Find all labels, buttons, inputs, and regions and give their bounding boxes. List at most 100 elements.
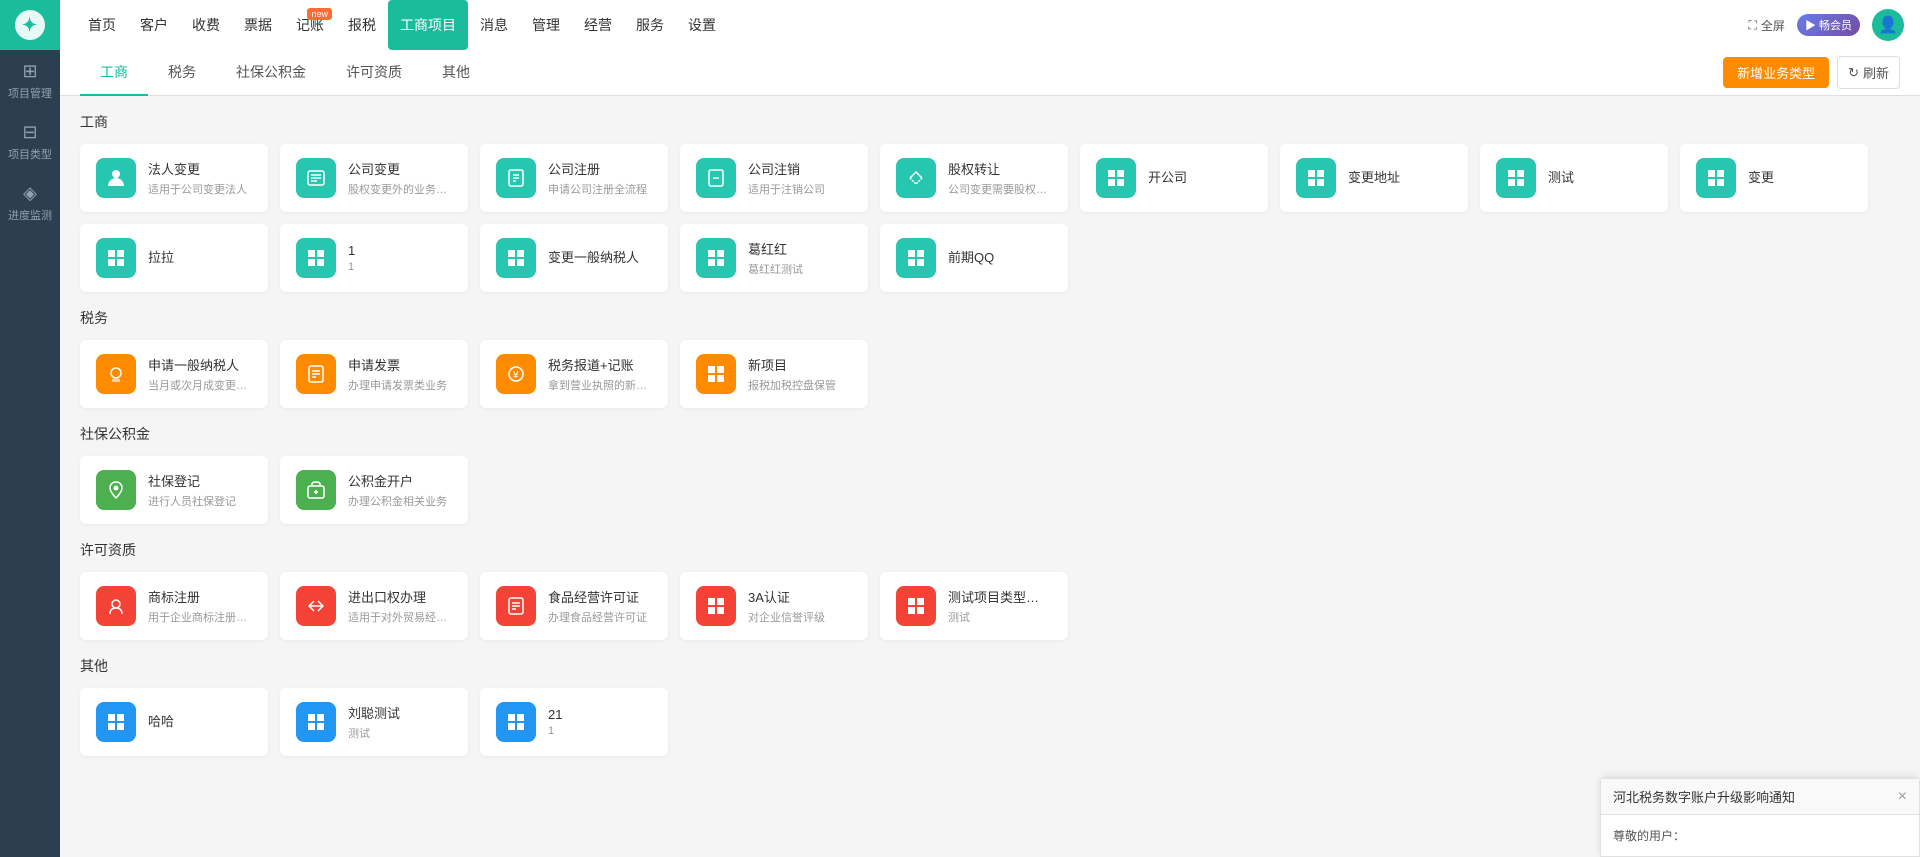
card-icon-early-qq: [896, 238, 936, 278]
sidebar-item-project-manage[interactable]: ⊞ 项目管理: [0, 50, 60, 111]
card-icon-item1: [296, 238, 336, 278]
tab-industry[interactable]: 工商: [80, 50, 148, 96]
card-icon-social-register: [96, 470, 136, 510]
notif-close-button[interactable]: ×: [1898, 788, 1907, 806]
card-title: 公司变更: [348, 159, 452, 178]
card-item1[interactable]: 1 1: [280, 224, 468, 292]
card-title: 开公司: [1148, 167, 1252, 186]
card-lala[interactable]: 拉拉: [80, 224, 268, 292]
card-apply-tax[interactable]: 申请一般纳税人 当月或次月成变更完成: [80, 340, 268, 408]
card-text-equity-transfer: 股权转让 公司变更需要股权转让: [948, 159, 1052, 197]
card-text-item1: 1 1: [348, 243, 452, 273]
card-legal-change[interactable]: 法人变更 适用于公司变更法人: [80, 144, 268, 212]
card-ge-hong-hong[interactable]: 葛红红 葛红红测试: [680, 224, 868, 292]
sidebar-item-progress-monitor[interactable]: ◈ 进度监测: [0, 172, 60, 233]
section-title-license: 许可资质: [80, 540, 1900, 560]
card-icon-food-license: [496, 586, 536, 626]
card-open-company[interactable]: 开公司: [1080, 144, 1268, 212]
card-tax-report[interactable]: ¥ 税务报道+记账 拿到营业执照的新公司: [480, 340, 668, 408]
card-company-register[interactable]: 公司注册 申请公司注册全流程: [480, 144, 668, 212]
card-title: 食品经营许可证: [548, 587, 652, 606]
nav-bookkeeping[interactable]: 记账 new: [284, 0, 336, 50]
card-icon-fund-open: [296, 470, 336, 510]
nav-message[interactable]: 消息: [468, 0, 520, 50]
card-social-register[interactable]: 社保登记 进行人员社保登记: [80, 456, 268, 524]
card-title: 社保登记: [148, 471, 252, 490]
card-liu-cong-test[interactable]: 刘聪测试 测试: [280, 688, 468, 756]
card-icon-test1: [1496, 158, 1536, 198]
card-change-address[interactable]: 变更地址: [1280, 144, 1468, 212]
card-food-license[interactable]: 食品经营许可证 办理食品经营许可证: [480, 572, 668, 640]
card-icon-change-tax: [496, 238, 536, 278]
card-text-company-register: 公司注册 申请公司注册全流程: [548, 159, 652, 197]
card-icon-change-address: [1296, 158, 1336, 198]
nav-billing[interactable]: 收费: [180, 0, 232, 50]
card-icon-trademark: [96, 586, 136, 626]
card-desc: 办理公积金相关业务: [348, 493, 452, 509]
card-fund-open[interactable]: 公积金开户 办理公积金相关业务: [280, 456, 468, 524]
card-title: 公积金开户: [348, 471, 452, 490]
card-import-export[interactable]: 进出口权办理 适用于对外贸易经营者: [280, 572, 468, 640]
card-early-qq[interactable]: 前期QQ: [880, 224, 1068, 292]
card-icon-import-export: [296, 586, 336, 626]
nav-settings[interactable]: 设置: [676, 0, 728, 50]
vip-button[interactable]: ▶ 畅会员: [1797, 14, 1860, 36]
card-test1[interactable]: 测试: [1480, 144, 1668, 212]
tab-tax[interactable]: 税务: [148, 50, 216, 96]
tab-social-insurance[interactable]: 社保公积金: [216, 50, 326, 96]
card-desc: 报税加税控盘保管: [748, 377, 852, 393]
card-icon-new-project: [696, 354, 736, 394]
card-desc: 对企业信誉评级: [748, 609, 852, 625]
card-icon-apply-invoice: [296, 354, 336, 394]
card-ha-ha[interactable]: 哈哈: [80, 688, 268, 756]
main-content: 工商 法人变更 适用于公司变更法人 公司变更: [60, 96, 1920, 857]
svg-text:¥: ¥: [512, 370, 519, 381]
sidebar-item-project-type[interactable]: ⊟ 项目类型: [0, 111, 60, 172]
nav-home[interactable]: 首页: [76, 0, 128, 50]
card-3a-cert[interactable]: 3A认证 对企业信誉评级: [680, 572, 868, 640]
card-change1[interactable]: 变更: [1680, 144, 1868, 212]
nav-industry[interactable]: 工商项目: [388, 0, 468, 50]
card-text-company-cancel: 公司注销 适用于注销公司: [748, 159, 852, 197]
tab-other[interactable]: 其他: [422, 50, 490, 96]
topnav: 首页 客户 收费 票据 记账 new 报税 工商项目 消息 管理 经营 服务 设…: [60, 0, 1920, 50]
refresh-button[interactable]: ↻ 刷新: [1837, 56, 1900, 89]
card-change-tax[interactable]: 变更一般纳税人: [480, 224, 668, 292]
card-text-test1: 测试: [1548, 167, 1652, 189]
nav-customer[interactable]: 客户: [128, 0, 180, 50]
card-test-type[interactable]: 测试项目类型目定义 测试: [880, 572, 1068, 640]
fullscreen-button[interactable]: ⛶ 全屏: [1749, 17, 1785, 34]
nav-operation[interactable]: 经营: [572, 0, 624, 50]
add-business-type-button[interactable]: 新增业务类型: [1723, 57, 1829, 88]
card-title: 法人变更: [148, 159, 252, 178]
sidebar: ✦ ⊞ 项目管理 ⊟ 项目类型 ◈ 进度监测: [0, 0, 60, 857]
card-text-food-license: 食品经营许可证 办理食品经营许可证: [548, 587, 652, 625]
card-desc: 1: [548, 725, 652, 737]
card-text-change-address: 变更地址: [1348, 167, 1452, 189]
topnav-right: ⛶ 全屏 ▶ 畅会员 👤: [1749, 9, 1904, 41]
card-equity-transfer[interactable]: 股权转让 公司变更需要股权转让: [880, 144, 1068, 212]
card-item21[interactable]: 21 1: [480, 688, 668, 756]
card-company-change[interactable]: 公司变更 股权变更外的业务变更: [280, 144, 468, 212]
avatar[interactable]: 👤: [1872, 9, 1904, 41]
tab-license[interactable]: 许可资质: [326, 50, 422, 96]
card-text-ge-hong-hong: 葛红红 葛红红测试: [748, 239, 852, 277]
social-cards-grid: 社保登记 进行人员社保登记 公积金开户 办理公积金相关业务: [80, 456, 1900, 524]
card-icon-open-company: [1096, 158, 1136, 198]
card-title: 3A认证: [748, 587, 852, 606]
nav-tax[interactable]: 报税: [336, 0, 388, 50]
card-title: 税务报道+记账: [548, 355, 652, 374]
nav-manage[interactable]: 管理: [520, 0, 572, 50]
card-company-cancel[interactable]: 公司注销 适用于注销公司: [680, 144, 868, 212]
card-title: 变更地址: [1348, 167, 1452, 186]
sidebar-logo[interactable]: ✦: [0, 0, 60, 50]
card-title: 申请一般纳税人: [148, 355, 252, 374]
card-apply-invoice[interactable]: 申请发票 办理申请发票类业务: [280, 340, 468, 408]
card-desc: 适用于公司变更法人: [148, 181, 252, 197]
card-text-tax-report: 税务报道+记账 拿到营业执照的新公司: [548, 355, 652, 393]
card-new-project[interactable]: 新项目 报税加税控盘保管: [680, 340, 868, 408]
card-text-lala: 拉拉: [148, 247, 252, 269]
card-trademark[interactable]: 商标注册 用于企业商标注册服务: [80, 572, 268, 640]
nav-tickets[interactable]: 票据: [232, 0, 284, 50]
nav-service[interactable]: 服务: [624, 0, 676, 50]
